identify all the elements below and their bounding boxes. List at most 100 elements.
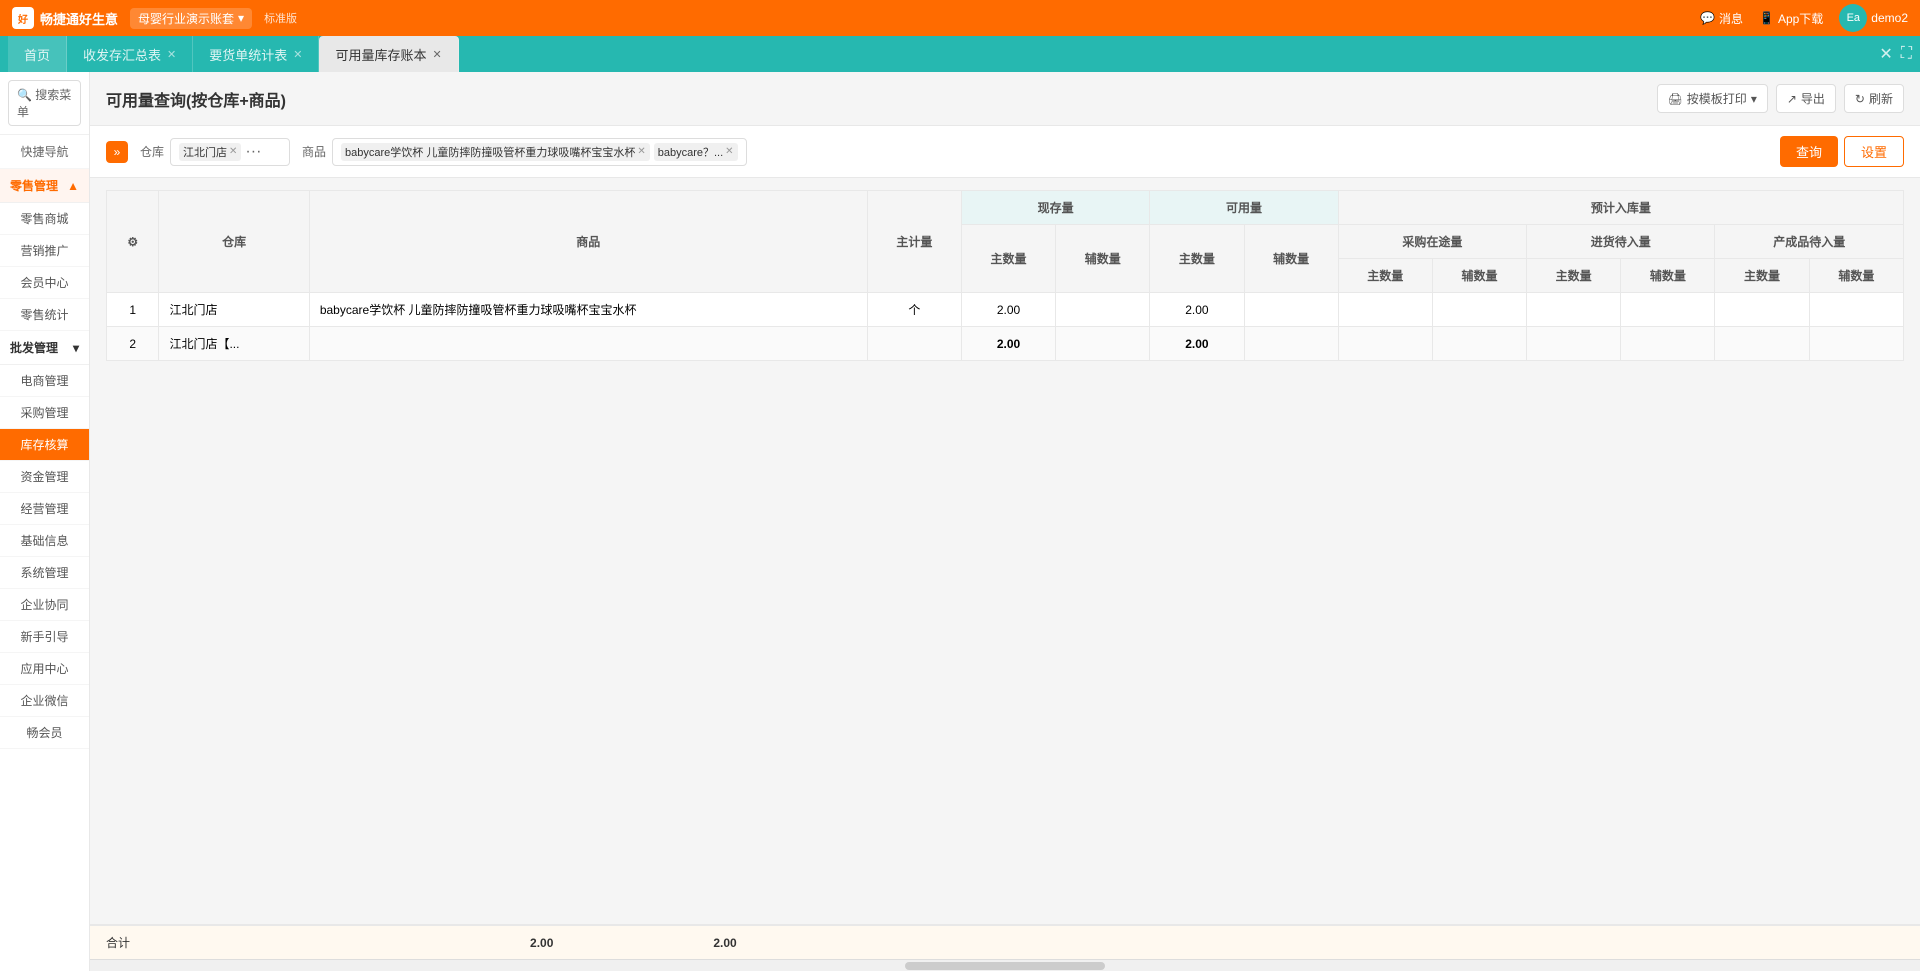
product-tag2-remove[interactable]: ✕ — [725, 146, 733, 157]
sidebar-item-finance[interactable]: 资金管理 — [0, 461, 89, 493]
warehouse-tag-remove[interactable]: ✕ — [229, 146, 237, 157]
product-filter-tag2: babycare？... ✕ — [654, 143, 738, 161]
th-stock-aux: 辅数量 — [1056, 225, 1150, 293]
message-button[interactable]: 💬 消息 — [1700, 10, 1743, 27]
th-purchase-main: 主数量 — [1338, 259, 1432, 293]
org-selector[interactable]: 母婴行业演示账套 ▾ — [130, 8, 252, 29]
app-download-label: App下载 — [1778, 10, 1823, 27]
wholesale-toggle-icon: ▾ — [73, 341, 79, 355]
setting-button[interactable]: 设置 — [1844, 136, 1904, 167]
tab-receive-close[interactable]: ✕ — [167, 48, 176, 61]
main-layout: 🔍 搜索菜单 快捷导航 零售管理 ▲ 零售商城 营销推广 会员中心 零售统计 批… — [0, 72, 1920, 971]
th-stock-main: 主数量 — [961, 225, 1055, 293]
warehouse-filter-label: 仓库 — [140, 143, 164, 160]
refresh-button[interactable]: ↻ 刷新 — [1844, 84, 1904, 113]
query-button[interactable]: 查询 — [1780, 136, 1838, 167]
retail-store-label: 零售商城 — [20, 212, 68, 226]
row2-avail-aux — [1244, 327, 1338, 361]
sidebar-item-basic[interactable]: 基础信息 — [0, 525, 89, 557]
wholesale-label: 批发管理 — [10, 339, 58, 356]
filter-bar: » 仓库 江北门店 ✕ ··· 商品 babycare学饮杯 儿童防摔防撞吸管杯… — [90, 126, 1920, 178]
sidebar-quick-nav[interactable]: 快捷导航 — [0, 135, 89, 169]
quick-nav-label: 快捷导航 — [20, 145, 68, 159]
app-tag: 标准版 — [264, 10, 297, 26]
row1-unit: 个 — [867, 293, 961, 327]
app-logo: 好 畅捷通好生意 — [12, 7, 118, 29]
print-button[interactable]: 🖨 按模板打印 ▾ — [1657, 84, 1768, 113]
scroll-thumb[interactable] — [905, 962, 1105, 970]
sidebar-item-operation[interactable]: 经营管理 — [0, 493, 89, 525]
app-download-button[interactable]: 📱 App下载 — [1759, 10, 1823, 27]
row1-stock-aux — [1056, 293, 1150, 327]
page-actions: 🖨 按模板打印 ▾ ↗ 导出 ↻ 刷新 — [1657, 84, 1904, 113]
sidebar-search-button[interactable]: 🔍 搜索菜单 — [8, 80, 81, 126]
user-profile[interactable]: Ea demo2 — [1839, 4, 1908, 32]
purchase-label: 采购管理 — [20, 406, 68, 420]
filter-actions: 查询 设置 — [1780, 136, 1904, 167]
row1-incoming-aux — [1621, 293, 1715, 327]
sidebar-item-retail-store[interactable]: 零售商城 — [0, 203, 89, 235]
th-finished-main: 主数量 — [1715, 259, 1809, 293]
newbie-label: 新手引导 — [20, 630, 68, 644]
row2-incoming-aux — [1621, 327, 1715, 361]
warehouse-tag-text: 江北门店 — [183, 144, 227, 160]
row2-finished-main — [1715, 327, 1809, 361]
th-warehouse: 仓库 — [159, 191, 309, 293]
product-filter-field[interactable]: babycare学饮杯 儿童防摔防撞吸管杯重力球吸嘴杯宝宝水杯 ✕ babyca… — [332, 138, 747, 166]
warehouse-filter-field[interactable]: 江北门店 ✕ ··· — [170, 138, 290, 166]
table-row: 2 江北门店【... 2.00 2.00 — [107, 327, 1904, 361]
sidebar-item-newbie[interactable]: 新手引导 — [0, 621, 89, 653]
sidebar-item-purchase[interactable]: 采购管理 — [0, 397, 89, 429]
warehouse-filter-tag: 江北门店 ✕ — [179, 143, 241, 161]
sidebar-item-system[interactable]: 系统管理 — [0, 557, 89, 589]
warehouse-ellipsis[interactable]: ··· — [245, 143, 261, 161]
sidebar-section-retail[interactable]: 零售管理 ▲ — [0, 169, 89, 203]
tab-available-close[interactable]: ✕ — [433, 48, 442, 61]
user-name: demo2 — [1871, 11, 1908, 25]
app-name: 畅捷通好生意 — [40, 9, 118, 28]
row1-avail-aux — [1244, 293, 1338, 327]
tab-available[interactable]: 可用量库存账本 ✕ — [319, 36, 458, 72]
tab-order-stat[interactable]: 要货单统计表 ✕ — [193, 36, 319, 72]
sidebar-item-inventory[interactable]: 库存核算 — [0, 429, 89, 461]
th-avail-aux: 辅数量 — [1244, 225, 1338, 293]
export-button[interactable]: ↗ 导出 — [1776, 84, 1836, 113]
sidebar-item-marketing[interactable]: 营销推广 — [0, 235, 89, 267]
tab-bar: 首页 收发存汇总表 ✕ 要货单统计表 ✕ 可用量库存账本 ✕ ✕ ⛶ — [0, 36, 1920, 72]
marketing-label: 营销推广 — [20, 244, 68, 258]
product-tag1-remove[interactable]: ✕ — [637, 146, 645, 157]
sidebar-item-wechat[interactable]: 企业微信 — [0, 685, 89, 717]
filter-expand-button[interactable]: » — [106, 141, 128, 163]
th-purchase-aux: 辅数量 — [1432, 259, 1526, 293]
footer-label: 合计 — [106, 934, 130, 951]
sidebar-item-enterprise[interactable]: 企业协同 — [0, 589, 89, 621]
tab-receive[interactable]: 收发存汇总表 ✕ — [67, 36, 193, 72]
basic-label: 基础信息 — [20, 534, 68, 548]
tab-order-stat-close[interactable]: ✕ — [293, 48, 302, 61]
th-settings[interactable]: ⚙ — [107, 191, 159, 293]
sidebar-item-ecommerce[interactable]: 电商管理 — [0, 365, 89, 397]
content-area: 可用量查询(按仓库+商品) 🖨 按模板打印 ▾ ↗ 导出 ↻ 刷新 » — [90, 72, 1920, 971]
warehouse-filter-group: 仓库 江北门店 ✕ ··· — [140, 138, 290, 166]
row1-purchase-aux — [1432, 293, 1526, 327]
sidebar-item-member[interactable]: 会员中心 — [0, 267, 89, 299]
tab-close-all-icon[interactable]: ✕ — [1879, 44, 1892, 64]
row2-purchase-aux — [1432, 327, 1526, 361]
sidebar-section-wholesale[interactable]: 批发管理 ▾ — [0, 331, 89, 365]
product-tag2-text: babycare？... — [658, 144, 723, 160]
sidebar-item-retail-stat[interactable]: 零售统计 — [0, 299, 89, 331]
tab-receive-label: 收发存汇总表 — [83, 45, 161, 64]
vip-label: 畅会员 — [26, 726, 62, 740]
finance-label: 资金管理 — [20, 470, 68, 484]
sidebar-item-vip[interactable]: 畅会员 — [0, 717, 89, 749]
th-unit: 主计量 — [867, 191, 961, 293]
tab-fullscreen-icon[interactable]: ⛶ — [1901, 45, 1912, 63]
table-area: ⚙ 仓库 商品 主计量 现存量 可用量 预计入库量 主数量 辅数量 主数量 辅数… — [90, 178, 1920, 924]
tab-home[interactable]: 首页 — [8, 36, 67, 72]
product-filter-tag1: babycare学饮杯 儿童防摔防撞吸管杯重力球吸嘴杯宝宝水杯 ✕ — [341, 143, 650, 161]
sidebar-item-appstore[interactable]: 应用中心 — [0, 653, 89, 685]
row1-finished-aux — [1809, 293, 1903, 327]
th-finished-aux: 辅数量 — [1809, 259, 1903, 293]
row2-no: 2 — [107, 327, 159, 361]
product-filter-label: 商品 — [302, 143, 326, 160]
